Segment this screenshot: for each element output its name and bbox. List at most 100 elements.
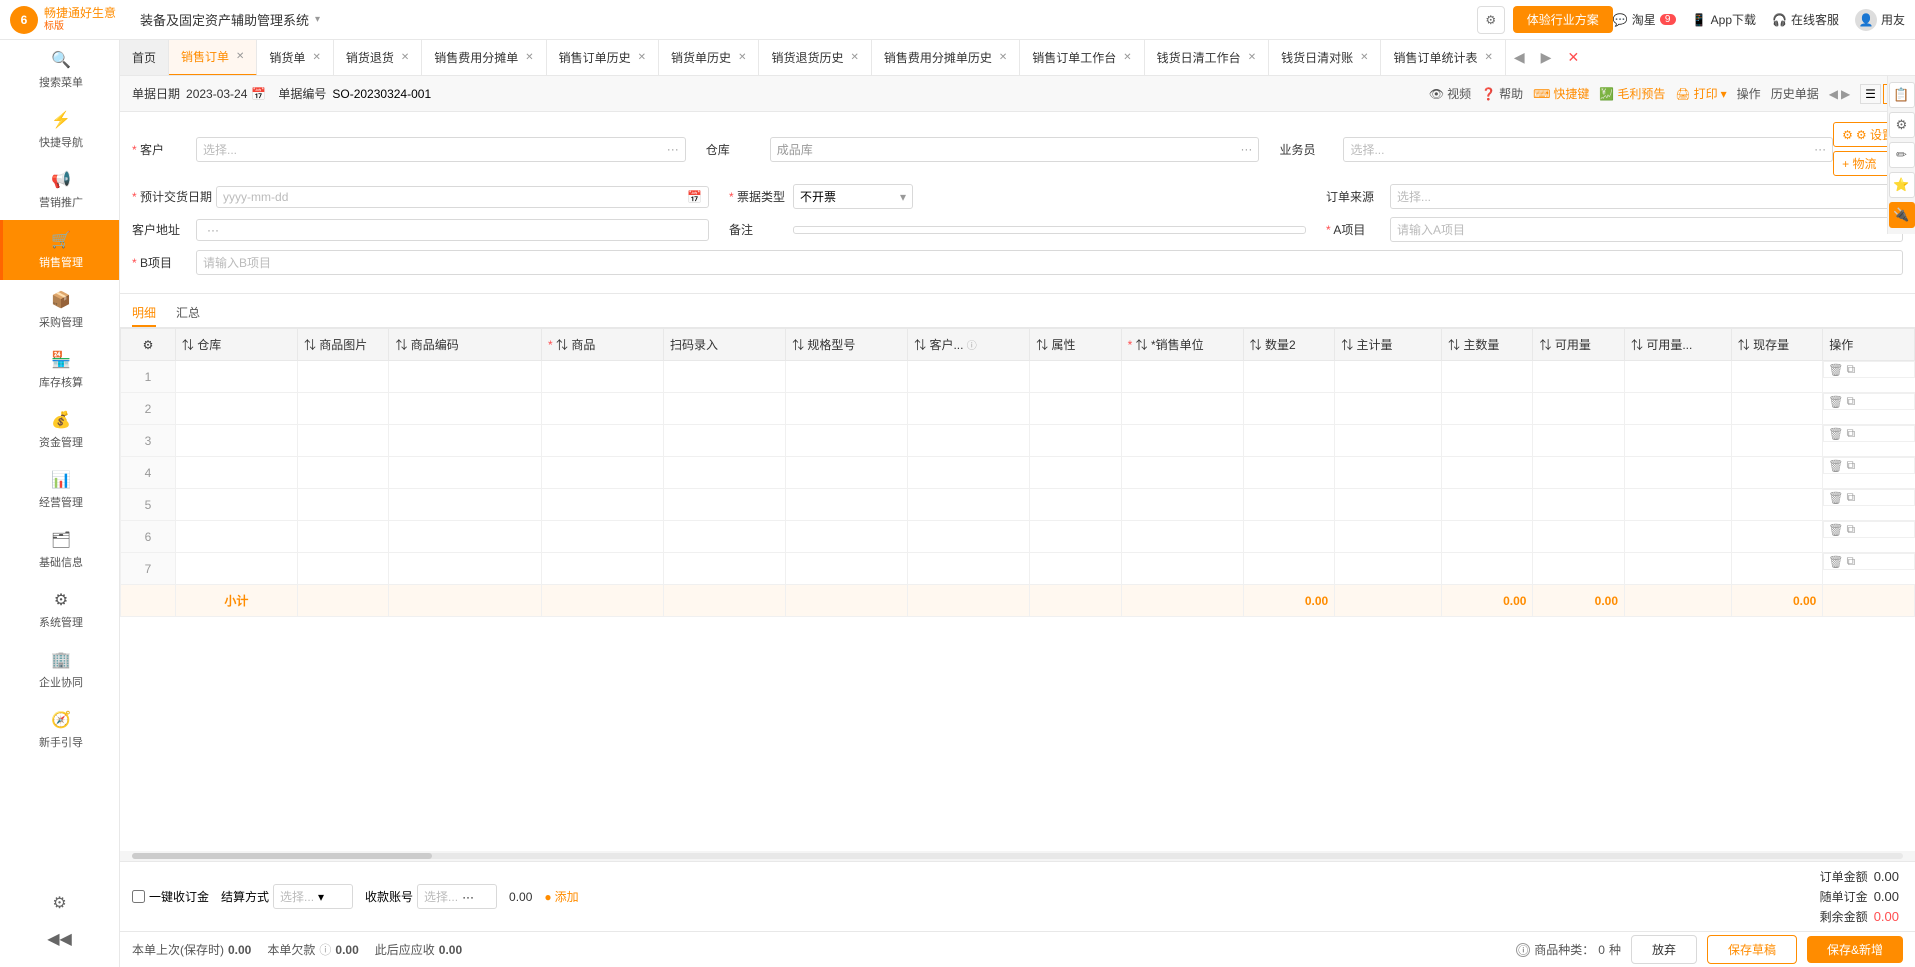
tab-home[interactable]: 首页: [120, 40, 169, 76]
tab-daily-workbench[interactable]: 钱货日清工作台 ✕: [1145, 40, 1269, 76]
goods-count-icon[interactable]: ⓘ: [1516, 943, 1530, 957]
prev-record-icon[interactable]: ◀: [1829, 87, 1838, 101]
sidebar-item-quick-nav[interactable]: ⚡ 快捷导航: [0, 100, 119, 160]
row-4-avail2[interactable]: [1625, 457, 1732, 489]
tab-fee-history-close[interactable]: ✕: [999, 52, 1007, 63]
tab-prev-btn[interactable]: ◀: [1506, 40, 1533, 76]
row-3-copy-icon[interactable]: ⧉: [1847, 426, 1856, 441]
th-qty2[interactable]: ⇅ 数量2: [1243, 329, 1335, 361]
row-3-main-unit[interactable]: [1335, 425, 1442, 457]
sidebar-item-finance[interactable]: 💰 资金管理: [0, 400, 119, 460]
row-5-delete-icon[interactable]: 🗑: [1828, 491, 1843, 505]
sidebar-item-system[interactable]: ⚙ 系统管理: [0, 580, 119, 640]
row-1-avail2[interactable]: [1625, 361, 1732, 393]
row-5-code[interactable]: [389, 489, 542, 521]
row-4-delete-icon[interactable]: 🗑: [1828, 459, 1843, 473]
sidebar-item-inventory[interactable]: 🏪 库存核算: [0, 340, 119, 400]
row-2-avail2[interactable]: [1625, 393, 1732, 425]
row-4-product[interactable]: [542, 457, 664, 489]
delivery-date-input[interactable]: yyyy-mm-dd 📅: [216, 186, 709, 208]
row-3-spec[interactable]: [786, 425, 908, 457]
row-2-unit[interactable]: [1121, 393, 1243, 425]
row-4-unit[interactable]: [1121, 457, 1243, 489]
row-1-avail[interactable]: [1533, 361, 1625, 393]
row-7-scan[interactable]: [664, 553, 786, 585]
tab-order-workbench[interactable]: 销售订单工作台 ✕: [1020, 40, 1144, 76]
quick-settle-check[interactable]: [132, 890, 145, 903]
th-img[interactable]: ⇅ 商品图片: [297, 329, 389, 361]
row-2-current[interactable]: [1731, 393, 1823, 425]
row-4-img[interactable]: [297, 457, 389, 489]
row-7-main-unit[interactable]: [1335, 553, 1442, 585]
th-spec[interactable]: ⇅ 规格型号: [786, 329, 908, 361]
row-4-cc[interactable]: [908, 457, 1030, 489]
tab-order-stats[interactable]: 销售订单统计表 ✕: [1381, 40, 1505, 76]
single-date-value-display[interactable]: 2023-03-24 📅: [186, 87, 266, 101]
row-3-code[interactable]: [389, 425, 542, 457]
row-3-main-qty[interactable]: [1441, 425, 1533, 457]
sidebar-item-base-info[interactable]: 🗂 基础信息: [0, 520, 119, 580]
next-record-icon[interactable]: ▶: [1841, 87, 1850, 101]
sidebar-item-operations[interactable]: 📊 经营管理: [0, 460, 119, 520]
row-3-scan[interactable]: [664, 425, 786, 457]
row-1-main-unit[interactable]: [1335, 361, 1442, 393]
sidebar-item-purchase[interactable]: 📦 采购管理: [0, 280, 119, 340]
row-3-product[interactable]: [542, 425, 664, 457]
tab-order-history[interactable]: 销售订单历史 ✕: [547, 40, 659, 76]
row-6-delete-icon[interactable]: 🗑: [1828, 523, 1843, 537]
row-5-qty2[interactable]: [1243, 489, 1335, 521]
row-7-current[interactable]: [1731, 553, 1823, 585]
th-customer-code[interactable]: ⇅ 客户... ⓘ: [908, 329, 1030, 361]
sidebar-collapse-btn[interactable]: ◀◀: [0, 921, 119, 957]
b-project-input[interactable]: 请输入B项目: [196, 250, 1903, 275]
tab-order-workbench-close[interactable]: ✕: [1123, 52, 1131, 63]
row-5-scan[interactable]: [664, 489, 786, 521]
row-2-avail[interactable]: [1533, 393, 1625, 425]
tab-sales-order-close[interactable]: ✕: [236, 51, 244, 62]
th-unit[interactable]: ⇅ *销售单位: [1121, 329, 1243, 361]
row-1-unit[interactable]: [1121, 361, 1243, 393]
user-item[interactable]: 👤 用友: [1855, 9, 1905, 31]
row-4-attr[interactable]: [1030, 457, 1122, 489]
row-3-delete-icon[interactable]: 🗑: [1828, 427, 1843, 441]
row-6-code[interactable]: [389, 521, 542, 553]
row-1-img[interactable]: [297, 361, 389, 393]
row-4-code[interactable]: [389, 457, 542, 489]
th-scan[interactable]: 扫码录入: [664, 329, 786, 361]
tab-next-btn[interactable]: ▶: [1533, 40, 1560, 76]
row-1-copy-icon[interactable]: ⧉: [1847, 362, 1856, 377]
profit-btn[interactable]: 💹 毛利预告: [1599, 85, 1665, 102]
th-avail[interactable]: ⇅ 可用量: [1533, 329, 1625, 361]
row-7-product[interactable]: [542, 553, 664, 585]
sidebar-item-guide[interactable]: 🧭 新手引导: [0, 700, 119, 760]
solution-button[interactable]: 体验行业方案: [1513, 6, 1613, 33]
warehouse-input[interactable]: 成品库 ···: [770, 137, 1260, 162]
right-panel-btn-3[interactable]: ✏: [1889, 142, 1915, 168]
row-3-warehouse[interactable]: [175, 425, 297, 457]
row-5-unit[interactable]: [1121, 489, 1243, 521]
add-item-btn[interactable]: ● 添加: [544, 888, 578, 905]
tab-order-stats-close[interactable]: ✕: [1485, 52, 1493, 63]
history-order-btn[interactable]: 历史单据: [1771, 85, 1819, 102]
row-7-qty2[interactable]: [1243, 553, 1335, 585]
row-7-copy-icon[interactable]: ⧉: [1847, 554, 1856, 569]
row-5-main-qty[interactable]: [1441, 489, 1533, 521]
row-6-avail2[interactable]: [1625, 521, 1732, 553]
row-6-spec[interactable]: [786, 521, 908, 553]
scrollbar-thumb[interactable]: [132, 853, 432, 859]
row-7-avail2[interactable]: [1625, 553, 1732, 585]
row-5-main-unit[interactable]: [1335, 489, 1442, 521]
notification-item[interactable]: 💬 淘星 9: [1613, 11, 1676, 28]
row-2-product[interactable]: [542, 393, 664, 425]
row-4-main-qty[interactable]: [1441, 457, 1533, 489]
tab-detail[interactable]: 明细: [132, 300, 156, 327]
row-1-code[interactable]: [389, 361, 542, 393]
tab-daily-workbench-close[interactable]: ✕: [1248, 52, 1256, 63]
row-5-product[interactable]: [542, 489, 664, 521]
row-6-qty2[interactable]: [1243, 521, 1335, 553]
app-download-item[interactable]: 📱 App下载: [1692, 11, 1756, 28]
row-1-current[interactable]: [1731, 361, 1823, 393]
row-7-img[interactable]: [297, 553, 389, 585]
sidebar-item-search[interactable]: 🔍 搜索菜单: [0, 40, 119, 100]
a-project-input[interactable]: 请输入A项目: [1390, 217, 1903, 242]
